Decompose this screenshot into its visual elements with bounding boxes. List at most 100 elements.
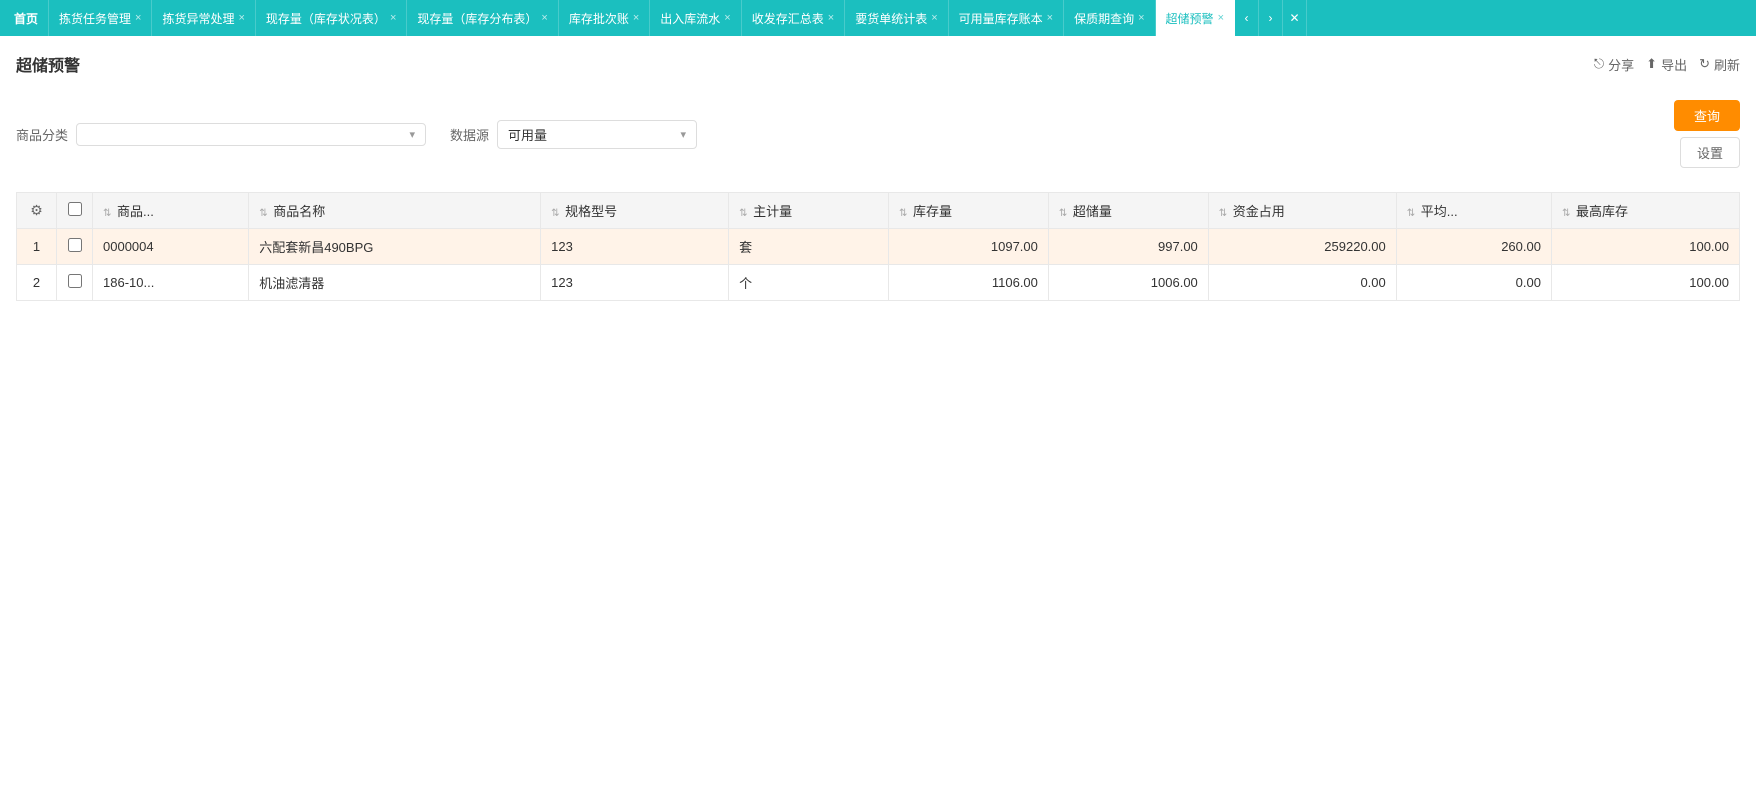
col-capital-label: 资金占用 bbox=[1233, 204, 1285, 219]
col-header-spec[interactable]: ⇅ 规格型号 bbox=[541, 193, 729, 229]
row-max-stock: 100.00 bbox=[1551, 265, 1739, 301]
row-num: 2 bbox=[17, 265, 57, 301]
row-avg: 260.00 bbox=[1396, 229, 1551, 265]
row-capital: 259220.00 bbox=[1208, 229, 1396, 265]
col-header-unit[interactable]: ⇅ 主计量 bbox=[729, 193, 889, 229]
row-product-code: 0000004 bbox=[93, 229, 249, 265]
row-overstock: 997.00 bbox=[1048, 229, 1208, 265]
row-spec: 123 bbox=[541, 265, 729, 301]
nav-exception-close[interactable]: × bbox=[238, 12, 244, 24]
nav-quality-label: 保质期查询 bbox=[1074, 10, 1134, 27]
nav-order-stat-close[interactable]: × bbox=[931, 12, 937, 24]
export-button[interactable]: ⬆ 导出 bbox=[1646, 55, 1687, 74]
settings-icon[interactable]: ⚙ bbox=[30, 202, 43, 218]
filter-actions: 查询 设置 bbox=[1674, 100, 1740, 168]
export-icon: ⬆ bbox=[1646, 56, 1657, 72]
nav-tab-batch[interactable]: 库存批次账 × bbox=[559, 0, 650, 36]
nav-collect-label: 收发存汇总表 bbox=[752, 10, 824, 27]
datasource-select[interactable]: 可用量 ▾ bbox=[497, 120, 697, 149]
page-title: 超储预警 bbox=[16, 52, 80, 76]
sort-icon: ⇅ bbox=[103, 208, 111, 219]
nav-tab-inout[interactable]: 出入库流水 × bbox=[650, 0, 741, 36]
settings-button[interactable]: 设置 bbox=[1680, 137, 1740, 168]
row-unit: 套 bbox=[729, 229, 889, 265]
col-header-product-name[interactable]: ⇅ 商品名称 bbox=[249, 193, 541, 229]
col-spec-label: 规格型号 bbox=[565, 204, 617, 219]
col-unit-label: 主计量 bbox=[753, 204, 792, 219]
nav-tab-stock-status[interactable]: 现存量（库存状况表） × bbox=[256, 0, 407, 36]
col-header-overstock[interactable]: ⇅ 超储量 bbox=[1048, 193, 1208, 229]
nav-tab-task[interactable]: 拣货任务管理 × bbox=[49, 0, 152, 36]
nav-close-arrow[interactable]: ✕ bbox=[1283, 0, 1307, 36]
nav-next-arrow[interactable]: › bbox=[1259, 0, 1283, 36]
row-product-code: 186-10... bbox=[93, 265, 249, 301]
category-filter: 商品分类 ▾ bbox=[16, 123, 426, 146]
table-row: 1 0000004 六配套新昌490BPG 123 套 1097.00 997.… bbox=[17, 229, 1740, 265]
share-button[interactable]: ⎋ 分享 bbox=[1594, 55, 1634, 74]
table-body: 1 0000004 六配套新昌490BPG 123 套 1097.00 997.… bbox=[17, 229, 1740, 301]
row-stock: 1097.00 bbox=[889, 229, 1049, 265]
col-header-product-code[interactable]: ⇅ 商品... bbox=[93, 193, 249, 229]
nav-tab-overstock[interactable]: 超储预警 × bbox=[1156, 0, 1235, 36]
nav-tab-collect[interactable]: 收发存汇总表 × bbox=[742, 0, 845, 36]
nav-stock-status-label: 现存量（库存状况表） bbox=[266, 10, 386, 27]
nav-tab-stock-dist[interactable]: 现存量（库存分布表） × bbox=[407, 0, 558, 36]
table-row: 2 186-10... 机油滤清器 123 个 1106.00 1006.00 … bbox=[17, 265, 1740, 301]
nav-available-close[interactable]: × bbox=[1047, 12, 1053, 24]
refresh-icon: ↻ bbox=[1699, 56, 1710, 72]
nav-tab-home[interactable]: 首页 bbox=[4, 0, 49, 36]
category-label: 商品分类 bbox=[16, 125, 68, 144]
nav-tab-available[interactable]: 可用量库存账本 × bbox=[949, 0, 1064, 36]
datasource-chevron-icon: ▾ bbox=[681, 128, 687, 141]
top-nav: 首页 拣货任务管理 × 拣货异常处理 × 现存量（库存状况表） × 现存量（库存… bbox=[0, 0, 1756, 36]
row-stock: 1106.00 bbox=[889, 265, 1049, 301]
filter-bar: 商品分类 ▾ 数据源 可用量 ▾ 查询 设置 bbox=[16, 92, 1740, 176]
nav-available-label: 可用量库存账本 bbox=[959, 10, 1043, 27]
col-header-stock[interactable]: ⇅ 库存量 bbox=[889, 193, 1049, 229]
nav-overstock-label: 超储预警 bbox=[1166, 10, 1214, 27]
col-max-stock-label: 最高库存 bbox=[1576, 204, 1628, 219]
sort-icon-unit: ⇅ bbox=[739, 208, 747, 219]
nav-inout-close[interactable]: × bbox=[724, 12, 730, 24]
row-capital: 0.00 bbox=[1208, 265, 1396, 301]
sort-icon-name: ⇅ bbox=[259, 208, 267, 219]
datasource-value: 可用量 bbox=[508, 125, 547, 144]
row-checkbox[interactable] bbox=[68, 238, 82, 252]
nav-stock-dist-close[interactable]: × bbox=[541, 12, 547, 24]
nav-prev-arrow[interactable]: ‹ bbox=[1235, 0, 1259, 36]
nav-collect-close[interactable]: × bbox=[828, 12, 834, 24]
nav-overstock-close[interactable]: × bbox=[1218, 12, 1224, 24]
nav-task-close[interactable]: × bbox=[135, 12, 141, 24]
col-header-capital[interactable]: ⇅ 资金占用 bbox=[1208, 193, 1396, 229]
refresh-button[interactable]: ↻ 刷新 bbox=[1699, 55, 1740, 74]
select-all-checkbox[interactable] bbox=[68, 202, 82, 216]
row-spec: 123 bbox=[541, 229, 729, 265]
sort-icon-max: ⇅ bbox=[1562, 208, 1570, 219]
nav-tab-quality[interactable]: 保质期查询 × bbox=[1064, 0, 1155, 36]
col-header-settings[interactable]: ⚙ bbox=[17, 193, 57, 229]
category-select[interactable]: ▾ bbox=[76, 123, 426, 146]
col-header-max-stock[interactable]: ⇅ 最高库存 bbox=[1551, 193, 1739, 229]
col-header-avg[interactable]: ⇅ 平均... bbox=[1396, 193, 1551, 229]
data-table: ⚙ ⇅ 商品... ⇅ 商品名称 ⇅ 规格型号 ⇅ bbox=[16, 192, 1740, 301]
row-checkbox[interactable] bbox=[68, 274, 82, 288]
nav-tab-order-stat[interactable]: 要货单统计表 × bbox=[845, 0, 948, 36]
nav-exception-label: 拣货异常处理 bbox=[162, 10, 234, 27]
nav-quality-close[interactable]: × bbox=[1138, 12, 1144, 24]
nav-inout-label: 出入库流水 bbox=[660, 10, 720, 27]
share-icon: ⎋ bbox=[1594, 56, 1604, 72]
page-header: 超储预警 ⎋ 分享 ⬆ 导出 ↻ 刷新 bbox=[16, 52, 1740, 76]
nav-tab-exception[interactable]: 拣货异常处理 × bbox=[152, 0, 255, 36]
row-avg: 0.00 bbox=[1396, 265, 1551, 301]
col-header-check[interactable] bbox=[57, 193, 93, 229]
nav-stock-status-close[interactable]: × bbox=[390, 12, 396, 24]
table-header: ⚙ ⇅ 商品... ⇅ 商品名称 ⇅ 规格型号 ⇅ bbox=[17, 193, 1740, 229]
datasource-label: 数据源 bbox=[450, 125, 489, 144]
row-overstock: 1006.00 bbox=[1048, 265, 1208, 301]
nav-stock-dist-label: 现存量（库存分布表） bbox=[417, 10, 537, 27]
sort-icon-spec: ⇅ bbox=[551, 208, 559, 219]
sort-icon-avg: ⇅ bbox=[1407, 208, 1415, 219]
query-button[interactable]: 查询 bbox=[1674, 100, 1740, 131]
nav-batch-close[interactable]: × bbox=[633, 12, 639, 24]
refresh-label: 刷新 bbox=[1714, 55, 1740, 74]
